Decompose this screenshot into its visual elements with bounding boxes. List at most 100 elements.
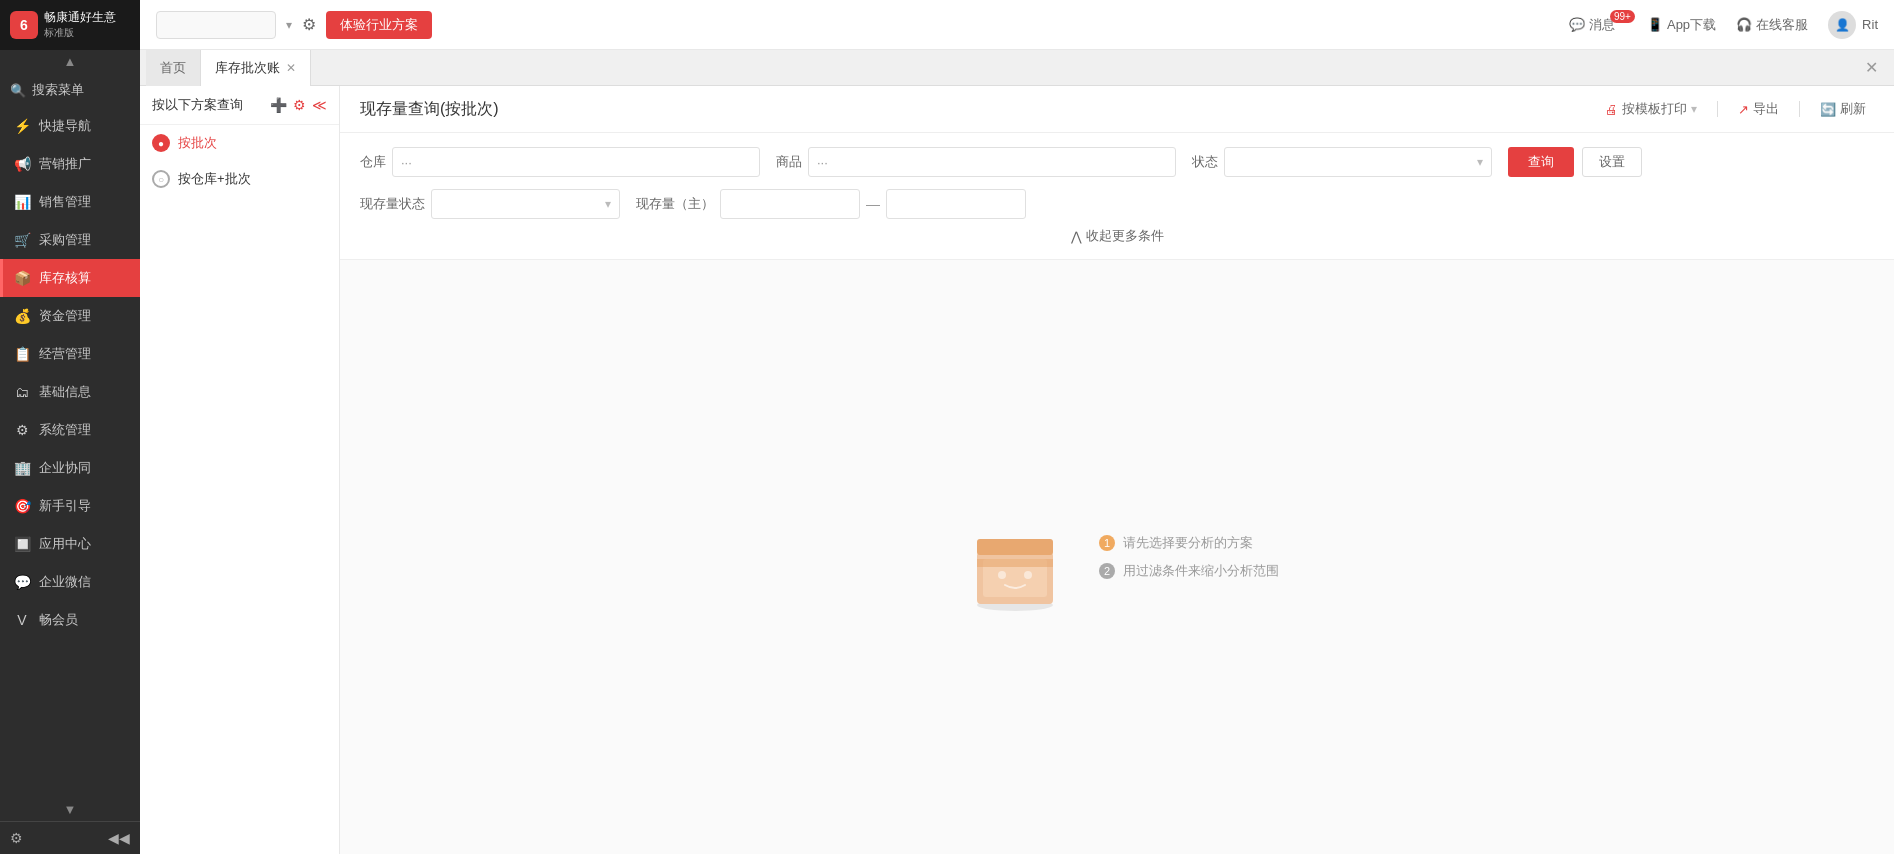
page-header: 现存量查询(按批次) 🖨 按模板打印 ▾ ↗ 导出 🔄 <box>340 86 1894 133</box>
user-area[interactable]: 👤 Rit <box>1828 11 1878 39</box>
quick-nav-icon: ⚡ <box>13 117 31 135</box>
collapse-panel-icon[interactable]: ≪ <box>312 97 327 113</box>
tabbar-close-all-icon[interactable]: ✕ <box>1855 58 1888 77</box>
warehouse-input[interactable]: ··· <box>392 147 760 177</box>
status-label: 状态 <box>1192 153 1218 171</box>
sidebar-item-label: 企业协同 <box>39 459 91 477</box>
left-panel-header: 按以下方案查询 ➕ ⚙ ≪ <box>140 86 339 125</box>
sidebar-item-label: 资金管理 <box>39 307 91 325</box>
page-title: 现存量查询(按批次) <box>360 99 499 120</box>
sidebar-menu: 🔍 搜索菜单 ⚡ 快捷导航 📢 营销推广 📊 销售管理 🛒 采购管理 📦 库存核… <box>0 73 140 798</box>
app-logo: 6 <box>10 11 38 39</box>
sidebar-item-basics[interactable]: 🗂 基础信息 <box>0 373 140 411</box>
sidebar-item-label: 系统管理 <box>39 421 91 439</box>
settings-scheme-icon[interactable]: ⚙ <box>293 97 306 113</box>
messages-btn[interactable]: 💬 消息 99+ <box>1557 16 1627 34</box>
app-download-btn[interactable]: 📱 App下载 <box>1647 16 1716 34</box>
step-num-2: 2 <box>1099 563 1115 579</box>
export-btn[interactable]: ↗ 导出 <box>1730 96 1787 122</box>
collapse-more-btn[interactable]: ⋀ 收起更多条件 <box>360 219 1874 245</box>
topbar-search-input[interactable] <box>156 11 276 39</box>
collapse-sidebar-icon[interactable]: ◀◀ <box>108 830 130 846</box>
app-download-label: App下载 <box>1667 16 1716 34</box>
filter-warehouse: 仓库 ··· <box>360 147 760 177</box>
query-btn[interactable]: 查询 <box>1508 147 1574 177</box>
sidebar-item-system[interactable]: ⚙ 系统管理 <box>0 411 140 449</box>
product-input-dots: ··· <box>817 155 828 170</box>
trial-btn[interactable]: 体验行业方案 <box>326 11 432 39</box>
sidebar-item-sales[interactable]: 📊 销售管理 <box>0 183 140 221</box>
vip-icon: V <box>13 611 31 629</box>
messages-badge: 99+ <box>1610 10 1635 23</box>
sidebar-item-purchase[interactable]: 🛒 采购管理 <box>0 221 140 259</box>
sidebar-item-label: 快捷导航 <box>39 117 91 135</box>
topbar-chevron-icon[interactable]: ▾ <box>286 18 292 32</box>
topbar-gear-icon[interactable]: ⚙ <box>302 15 316 34</box>
inventory-qty-to[interactable] <box>886 189 1026 219</box>
left-panel-title: 按以下方案查询 <box>152 96 243 114</box>
filter-row-1: 仓库 ··· 商品 ··· 状态 <box>360 147 1874 177</box>
sidebar-item-finance[interactable]: 💰 资金管理 <box>0 297 140 335</box>
sidebar-item-enterprise[interactable]: 🏢 企业协同 <box>0 449 140 487</box>
sidebar-item-label: 新手引导 <box>39 497 91 515</box>
system-icon: ⚙ <box>13 421 31 439</box>
warehouse-label: 仓库 <box>360 153 386 171</box>
svg-point-5 <box>998 571 1006 579</box>
tab-inventory-batch[interactable]: 库存批次账 ✕ <box>201 50 311 86</box>
divider2 <box>1799 101 1800 117</box>
sidebar-item-inventory[interactable]: 📦 库存核算 <box>0 259 140 297</box>
sidebar-item-label: 库存核算 <box>39 269 91 287</box>
add-scheme-icon[interactable]: ➕ <box>270 97 287 113</box>
username-label: Rit <box>1862 17 1878 32</box>
divider <box>1717 101 1718 117</box>
status-select[interactable]: ▾ <box>1224 147 1492 177</box>
sidebar-item-quick-nav[interactable]: ⚡ 快捷导航 <box>0 107 140 145</box>
scheme-dot-inactive: ○ <box>152 170 170 188</box>
settings-icon[interactable]: ⚙ <box>10 830 23 846</box>
inventory-qty-from[interactable] <box>720 189 860 219</box>
sidebar-item-label: 采购管理 <box>39 231 91 249</box>
sidebar-scroll-down[interactable]: ▼ <box>0 798 140 821</box>
purchase-icon: 🛒 <box>13 231 31 249</box>
sidebar-item-vip[interactable]: V 畅会员 <box>0 601 140 639</box>
tab-home[interactable]: 首页 <box>146 50 201 86</box>
scheme-by-warehouse-batch[interactable]: ○ 按仓库+批次 <box>140 161 339 197</box>
basics-icon: 🗂 <box>13 383 31 401</box>
sidebar-item-marketing[interactable]: 📢 营销推广 <box>0 145 140 183</box>
print-chevron-icon[interactable]: ▾ <box>1691 102 1697 116</box>
print-btn[interactable]: 🖨 按模板打印 ▾ <box>1597 96 1705 122</box>
sidebar-item-apps[interactable]: 🔲 应用中心 <box>0 525 140 563</box>
main-area: ▾ ⚙ 体验行业方案 💬 消息 99+ 📱 App下载 🎧 在线客服 👤 Rit <box>140 0 1894 854</box>
product-input[interactable]: ··· <box>808 147 1176 177</box>
empty-state: 1 请先选择要分析的方案 2 用过滤条件来缩小分析范围 <box>340 260 1894 854</box>
sidebar-item-label: 畅会员 <box>39 611 78 629</box>
scheme-by-batch[interactable]: ● 按批次 <box>140 125 339 161</box>
sidebar-item-label: 基础信息 <box>39 383 91 401</box>
refresh-btn[interactable]: 🔄 刷新 <box>1812 96 1874 122</box>
sidebar: 6 畅康通好生意 标准版 ▲ 🔍 搜索菜单 ⚡ 快捷导航 📢 营销推广 📊 销售… <box>0 0 140 854</box>
tabbar: 首页 库存批次账 ✕ ✕ <box>140 50 1894 86</box>
content-area: 按以下方案查询 ➕ ⚙ ≪ ● 按批次 ○ 按仓库+批次 现存量查询(按批次) <box>140 86 1894 854</box>
sidebar-item-wechat[interactable]: 💬 企业微信 <box>0 563 140 601</box>
scheme-by-batch-label: 按批次 <box>178 134 217 152</box>
apps-icon: 🔲 <box>13 535 31 553</box>
sidebar-item-label: 营销推广 <box>39 155 91 173</box>
online-service-btn[interactable]: 🎧 在线客服 <box>1736 16 1808 34</box>
sidebar-search[interactable]: 🔍 搜索菜单 <box>0 73 140 107</box>
inventory-status-select[interactable]: ▾ <box>431 189 620 219</box>
tab-close-icon[interactable]: ✕ <box>286 61 296 75</box>
left-panel-actions: ➕ ⚙ ≪ <box>270 97 327 113</box>
collapse-chevron-icon: ⋀ <box>1071 229 1082 244</box>
sidebar-scroll-up[interactable]: ▲ <box>0 50 140 73</box>
sidebar-item-label: 销售管理 <box>39 193 91 211</box>
sidebar-item-newbie[interactable]: 🎯 新手引导 <box>0 487 140 525</box>
settings-btn[interactable]: 设置 <box>1582 147 1642 177</box>
avatar: 👤 <box>1828 11 1856 39</box>
svg-point-6 <box>1024 571 1032 579</box>
collapse-more-label: 收起更多条件 <box>1086 227 1164 245</box>
inventory-status-chevron-icon: ▾ <box>605 197 611 211</box>
operations-icon: 📋 <box>13 345 31 363</box>
sidebar-item-operations[interactable]: 📋 经营管理 <box>0 335 140 373</box>
filter-row-2: 现存量状态 ▾ 现存量（主） — <box>360 189 1874 219</box>
message-icon: 💬 <box>1569 17 1585 32</box>
